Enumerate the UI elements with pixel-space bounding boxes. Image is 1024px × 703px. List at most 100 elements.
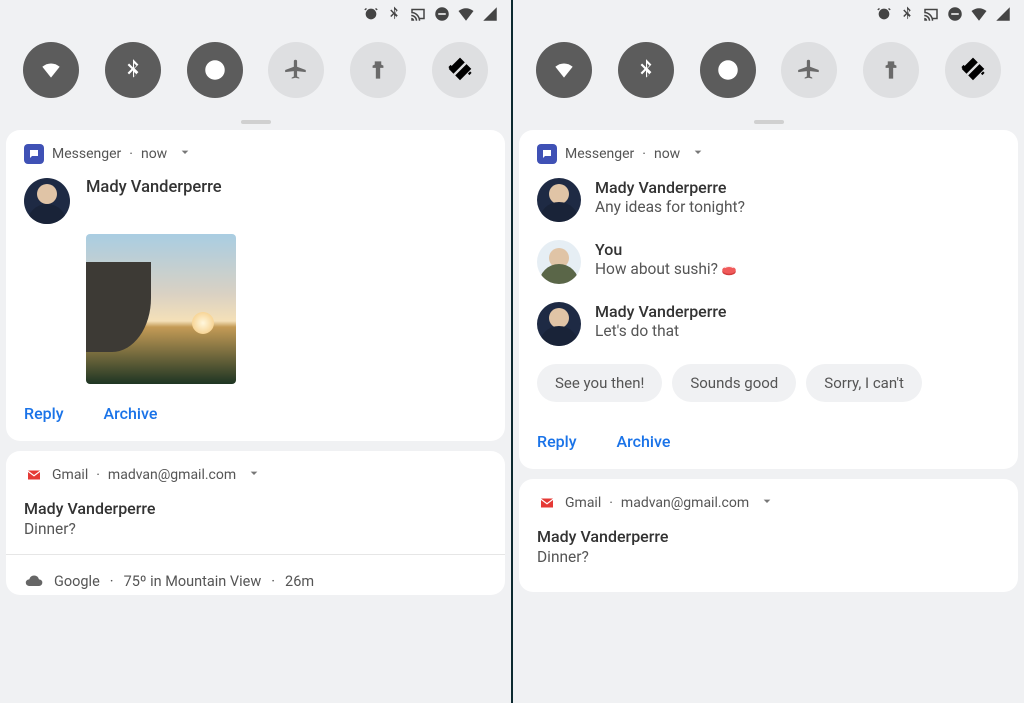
notification-messenger[interactable]: Messenger · now Mady Vanderperre Any ide… bbox=[519, 130, 1018, 469]
app-name: Messenger bbox=[52, 146, 121, 162]
airplane-icon bbox=[283, 57, 309, 83]
smart-replies: See you then! Sounds good Sorry, I can't bbox=[537, 364, 1000, 402]
archive-button[interactable]: Archive bbox=[104, 404, 158, 423]
messenger-app-icon bbox=[24, 144, 44, 164]
archive-button[interactable]: Archive bbox=[617, 432, 671, 451]
notification-gmail[interactable]: Gmail · madvan@gmail.com Mady Vanderperr… bbox=[6, 451, 505, 595]
chevron-down-icon[interactable] bbox=[759, 493, 775, 513]
weather-age: 26m bbox=[285, 573, 314, 590]
sushi-icon bbox=[720, 261, 738, 279]
notifications: Messenger · now Mady Vanderperre Any ide… bbox=[513, 130, 1024, 592]
avatar bbox=[537, 178, 581, 222]
alarm-icon bbox=[876, 6, 892, 22]
chevron-down-icon[interactable] bbox=[177, 144, 193, 164]
cloud-icon bbox=[24, 571, 44, 591]
message: Mady Vanderperre Any ideas for tonight? bbox=[537, 178, 1000, 222]
wifi-icon bbox=[970, 5, 988, 23]
wifi-icon bbox=[551, 57, 577, 83]
message-text: How about sushi? bbox=[595, 260, 738, 279]
notification-weather[interactable]: Google · 75º in Mountain View · 26m bbox=[24, 567, 487, 591]
qs-flashlight[interactable] bbox=[863, 42, 919, 98]
signal-icon bbox=[994, 5, 1012, 23]
smart-reply-chip[interactable]: See you then! bbox=[537, 364, 662, 402]
chevron-down-icon[interactable] bbox=[246, 465, 262, 485]
autorotate-icon bbox=[960, 57, 986, 83]
autorotate-icon bbox=[447, 57, 473, 83]
messenger-app-icon bbox=[537, 144, 557, 164]
image-attachment[interactable] bbox=[86, 234, 236, 384]
flashlight-icon bbox=[878, 57, 904, 83]
qs-bluetooth[interactable] bbox=[105, 42, 161, 98]
message: You How about sushi? bbox=[537, 240, 1000, 284]
smart-reply-chip[interactable]: Sorry, I can't bbox=[806, 364, 922, 402]
gmail-account: madvan@gmail.com bbox=[621, 495, 749, 511]
qs-bluetooth[interactable] bbox=[618, 42, 674, 98]
weather-temp: 75º in Mountain View bbox=[124, 573, 262, 590]
message: Mady Vanderperre Let's do that bbox=[537, 302, 1000, 346]
reply-button[interactable]: Reply bbox=[537, 432, 577, 451]
airplane-icon bbox=[796, 57, 822, 83]
screen-right: Messenger · now Mady Vanderperre Any ide… bbox=[513, 0, 1024, 703]
sender-name: Mady Vanderperre bbox=[595, 178, 745, 197]
dnd-icon bbox=[946, 5, 964, 23]
status-bar bbox=[513, 0, 1024, 28]
dnd-icon bbox=[202, 57, 228, 83]
bluetooth-icon bbox=[385, 5, 403, 23]
notification-header[interactable]: Gmail · madvan@gmail.com bbox=[537, 493, 1000, 513]
notifications: Messenger · now Mady Vanderperre Reply bbox=[0, 130, 511, 595]
sender-name: You bbox=[595, 240, 738, 259]
avatar bbox=[537, 240, 581, 284]
email-subject: Dinner? bbox=[24, 520, 487, 538]
quick-settings bbox=[513, 28, 1024, 120]
gmail-app-icon bbox=[537, 493, 557, 513]
notification-gmail[interactable]: Gmail · madvan@gmail.com Mady Vanderperr… bbox=[519, 479, 1018, 592]
gmail-account: madvan@gmail.com bbox=[108, 467, 236, 483]
chevron-down-icon[interactable] bbox=[690, 144, 706, 164]
notification-time: now bbox=[141, 146, 167, 162]
qs-autorotate[interactable] bbox=[432, 42, 488, 98]
qs-dnd[interactable] bbox=[187, 42, 243, 98]
qs-wifi[interactable] bbox=[23, 42, 79, 98]
quick-settings bbox=[0, 28, 511, 120]
weather-source: Google bbox=[54, 573, 100, 590]
email-subject: Dinner? bbox=[537, 548, 1000, 566]
app-name: Messenger bbox=[565, 146, 634, 162]
bluetooth-icon bbox=[120, 57, 146, 83]
drag-handle[interactable] bbox=[754, 120, 784, 124]
divider bbox=[6, 554, 505, 555]
app-name: Gmail bbox=[52, 467, 88, 483]
cast-icon bbox=[409, 5, 427, 23]
notification-messenger[interactable]: Messenger · now Mady Vanderperre Reply bbox=[6, 130, 505, 441]
notification-header[interactable]: Messenger · now bbox=[24, 144, 487, 164]
qs-flashlight[interactable] bbox=[350, 42, 406, 98]
avatar bbox=[537, 302, 581, 346]
gmail-app-icon bbox=[24, 465, 44, 485]
notification-header[interactable]: Gmail · madvan@gmail.com bbox=[24, 465, 487, 485]
bluetooth-icon bbox=[633, 57, 659, 83]
wifi-icon bbox=[38, 57, 64, 83]
bluetooth-icon bbox=[898, 5, 916, 23]
notification-time: now bbox=[654, 146, 680, 162]
qs-dnd[interactable] bbox=[700, 42, 756, 98]
status-bar bbox=[0, 0, 511, 28]
reply-button[interactable]: Reply bbox=[24, 404, 64, 423]
wifi-icon bbox=[457, 5, 475, 23]
sender-name: Mady Vanderperre bbox=[595, 302, 726, 321]
dnd-icon bbox=[715, 57, 741, 83]
message-text: Let's do that bbox=[595, 322, 726, 340]
smart-reply-chip[interactable]: Sounds good bbox=[672, 364, 796, 402]
flashlight-icon bbox=[365, 57, 391, 83]
signal-icon bbox=[481, 5, 499, 23]
screen-left: Messenger · now Mady Vanderperre Reply bbox=[0, 0, 511, 703]
drag-handle[interactable] bbox=[241, 120, 271, 124]
qs-autorotate[interactable] bbox=[945, 42, 1001, 98]
app-name: Gmail bbox=[565, 495, 601, 511]
qs-airplane[interactable] bbox=[268, 42, 324, 98]
qs-wifi[interactable] bbox=[536, 42, 592, 98]
sender-name: Mady Vanderperre bbox=[86, 178, 222, 197]
sender-name: Mady Vanderperre bbox=[537, 527, 1000, 546]
message-text: Any ideas for tonight? bbox=[595, 198, 745, 216]
notification-header[interactable]: Messenger · now bbox=[537, 144, 1000, 164]
dnd-icon bbox=[433, 5, 451, 23]
qs-airplane[interactable] bbox=[781, 42, 837, 98]
